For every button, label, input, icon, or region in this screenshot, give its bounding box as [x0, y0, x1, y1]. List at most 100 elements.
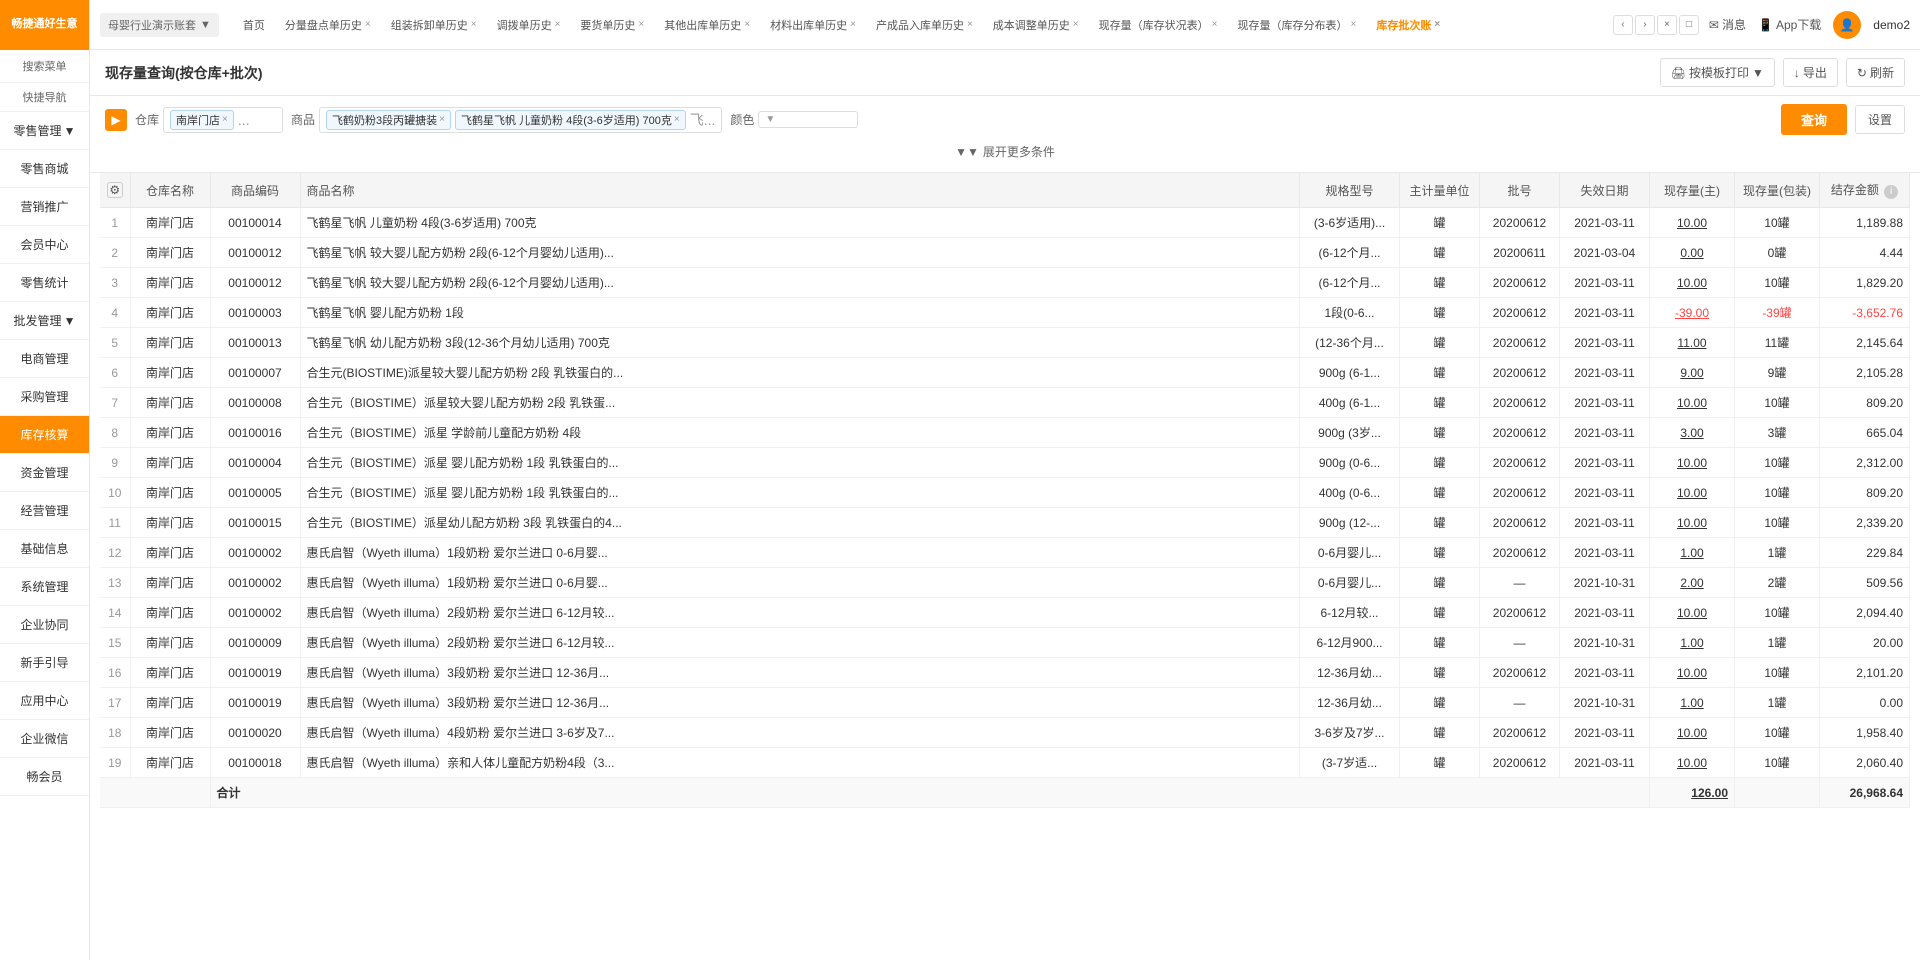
product-tag2-close-icon[interactable]: × [674, 114, 680, 125]
sidebar-item-wholesale[interactable]: 批发管理▼ [0, 302, 89, 340]
print-button[interactable]: 🖨 按模板打印 ▼ [1660, 58, 1775, 87]
tab-材料出库单历史[interactable]: 材料出库单历史 × [761, 12, 865, 38]
stock-main-cell[interactable]: -39.00 [1650, 298, 1735, 328]
column-settings-icon[interactable]: ⚙ [107, 182, 123, 198]
account-dropdown[interactable]: 母婴行业演示账套 ▼ [100, 13, 219, 37]
sidebar-item-search[interactable]: 搜索菜单 [0, 50, 89, 83]
tab-库存分布表[interactable]: 现存量（库存分布表） × [1228, 12, 1365, 38]
stock-main-cell[interactable]: 11.00 [1650, 328, 1735, 358]
tab-close-icon[interactable]: × [967, 19, 973, 30]
print-dropdown-arrow-icon: ▼ [1752, 66, 1764, 80]
amount-info-icon[interactable]: i [1884, 185, 1898, 199]
sidebar-item-operations[interactable]: 经营管理 [0, 492, 89, 530]
stock-main-cell[interactable]: 10.00 [1650, 208, 1735, 238]
unit-cell: 罐 [1400, 388, 1480, 418]
tab-库存批次账[interactable]: 库存批次账 × [1367, 12, 1449, 38]
warehouse-more-icon[interactable]: ... [238, 112, 250, 128]
stock-main-cell[interactable]: 2.00 [1650, 568, 1735, 598]
settings-button[interactable]: 设置 [1855, 105, 1905, 134]
sidebar-item-retail-stats[interactable]: 零售统计 [0, 264, 89, 302]
sidebar-item-quick-nav[interactable]: 快捷导航 [0, 83, 89, 112]
sidebar-item-purchase[interactable]: 采购管理 [0, 378, 89, 416]
color-filter-input[interactable]: ▼ [758, 111, 858, 128]
tab-close-icon[interactable]: × [850, 19, 856, 30]
tab-close-icon[interactable]: × [365, 19, 371, 30]
tab-产成品入库单历史[interactable]: 产成品入库单历史 × [867, 12, 982, 38]
unit-cell: 罐 [1400, 208, 1480, 238]
export-button[interactable]: ↓ 导出 [1783, 58, 1838, 87]
app-download-button[interactable]: 📱 App下载 [1758, 16, 1821, 33]
tab-组装拆卸单历史[interactable]: 组装拆卸单历史 × [382, 12, 486, 38]
tab-next-button[interactable]: › [1635, 15, 1655, 35]
warehouse-filter-input[interactable]: 南岸门店 × ... [163, 107, 283, 133]
stock-main-cell[interactable]: 10.00 [1650, 718, 1735, 748]
tab-其他出库单历史[interactable]: 其他出库单历史 × [655, 12, 759, 38]
tab-maximize-button[interactable]: □ [1679, 15, 1699, 35]
stock-main-cell[interactable]: 1.00 [1650, 628, 1735, 658]
stock-main-cell[interactable]: 10.00 [1650, 508, 1735, 538]
messages-button[interactable]: ✉ 消息 [1709, 16, 1746, 33]
tab-分量盘点单历史[interactable]: 分量盘点单历史 × [276, 12, 380, 38]
sidebar-item-member-app[interactable]: 畅会员 [0, 758, 89, 796]
stock-main-cell[interactable]: 3.00 [1650, 418, 1735, 448]
amount-cell: 509.56 [1820, 568, 1910, 598]
user-avatar[interactable]: 👤 [1833, 11, 1861, 39]
product-tag1-close-icon[interactable]: × [439, 114, 445, 125]
tab-close-icon[interactable]: × [1434, 19, 1440, 30]
stock-main-cell[interactable]: 10.00 [1650, 268, 1735, 298]
tab-close-icon[interactable]: × [1350, 19, 1356, 30]
sidebar-item-enterprise[interactable]: 企业协同 [0, 606, 89, 644]
refresh-button[interactable]: ↻ 刷新 [1846, 58, 1905, 87]
tab-要货单历史[interactable]: 要货单历史 × [571, 12, 653, 38]
sidebar-item-ecommerce[interactable]: 电商管理 [0, 340, 89, 378]
sidebar-item-basic-info[interactable]: 基础信息 [0, 530, 89, 568]
stock-pkg-cell: 10罐 [1735, 478, 1820, 508]
tab-close-all-button[interactable]: × [1657, 15, 1677, 35]
stock-pkg-cell: 10罐 [1735, 748, 1820, 778]
warehouse-tag-close-icon[interactable]: × [222, 114, 228, 125]
tab-close-icon[interactable]: × [1073, 19, 1079, 30]
sidebar-item-wechat[interactable]: 企业微信 [0, 720, 89, 758]
stock-main-cell[interactable]: 1.00 [1650, 538, 1735, 568]
sidebar-item-marketing[interactable]: 营销推广 [0, 188, 89, 226]
name-cell: 惠氏启智（Wyeth illuma）1段奶粉 爱尔兰进口 0-6月婴... [300, 538, 1300, 568]
sidebar-item-member[interactable]: 会员中心 [0, 226, 89, 264]
stock-main-cell[interactable]: 1.00 [1650, 688, 1735, 718]
sidebar-item-inventory[interactable]: 库存核算 [0, 416, 89, 454]
sidebar-item-retail-mgmt[interactable]: 零售管理▼ [0, 112, 89, 150]
sidebar-item-system[interactable]: 系统管理 [0, 568, 89, 606]
stock-main-cell[interactable]: 10.00 [1650, 388, 1735, 418]
stock-main-cell[interactable]: 9.00 [1650, 358, 1735, 388]
tab-close-icon[interactable]: × [555, 19, 561, 30]
product-more-icon[interactable]: 飞... [690, 110, 716, 130]
expand-more-conditions[interactable]: ▼▼ 展开更多条件 [105, 139, 1905, 164]
stock-main-cell[interactable]: 0.00 [1650, 238, 1735, 268]
stock-main-cell[interactable]: 10.00 [1650, 478, 1735, 508]
tab-调拨单历史[interactable]: 调拨单历史 × [488, 12, 570, 38]
stock-main-cell[interactable]: 10.00 [1650, 598, 1735, 628]
expire-cell: 2021-10-31 [1560, 688, 1650, 718]
sidebar-item-guide[interactable]: 新手引导 [0, 644, 89, 682]
query-button[interactable]: 查询 [1781, 104, 1847, 135]
tab-close-icon[interactable]: × [1212, 19, 1218, 30]
stock-pkg-cell: 10罐 [1735, 658, 1820, 688]
warehouse-cell: 南岸门店 [130, 478, 210, 508]
sidebar-item-app-center[interactable]: 应用中心 [0, 682, 89, 720]
tab-库存状况表[interactable]: 现存量（库存状况表） × [1090, 12, 1227, 38]
product-filter-input[interactable]: 飞鹤奶粉3段丙罐搪装 × 飞鹤星飞帆 儿童奶粉 4段(3-6岁适用) 700克 … [319, 107, 722, 133]
tab-home[interactable]: 首页 [234, 12, 274, 38]
tab-prev-button[interactable]: ‹ [1613, 15, 1633, 35]
name-cell: 惠氏启智（Wyeth illuma）3段奶粉 爱尔兰进口 12-36月... [300, 658, 1300, 688]
tab-成本调整单历史[interactable]: 成本调整单历史 × [984, 12, 1088, 38]
sidebar-item-finance[interactable]: 资金管理 [0, 454, 89, 492]
filter-expand-button[interactable]: ▶ [105, 109, 127, 131]
stock-main-cell[interactable]: 10.00 [1650, 748, 1735, 778]
stock-pkg-cell: 10罐 [1735, 598, 1820, 628]
col-settings-header[interactable]: ⚙ [100, 173, 130, 208]
tab-close-icon[interactable]: × [638, 19, 644, 30]
tab-close-icon[interactable]: × [744, 19, 750, 30]
sidebar-item-retail-store[interactable]: 零售商城 [0, 150, 89, 188]
tab-close-icon[interactable]: × [471, 19, 477, 30]
stock-main-cell[interactable]: 10.00 [1650, 448, 1735, 478]
stock-main-cell[interactable]: 10.00 [1650, 658, 1735, 688]
